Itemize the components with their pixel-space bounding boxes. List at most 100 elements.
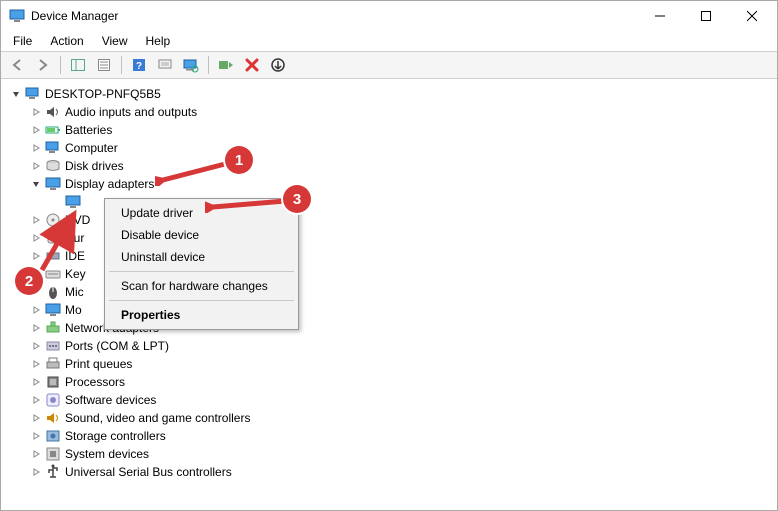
monitor-icon <box>45 302 61 318</box>
sound-icon <box>45 410 61 426</box>
annotation-arrow-1 <box>155 156 230 186</box>
tree-node-13[interactable]: Print queues <box>5 355 773 373</box>
tree-node-4[interactable]: Display adapters <box>5 175 773 193</box>
tree-node-18[interactable]: System devices <box>5 445 773 463</box>
annotation-badge-1: 1 <box>225 146 253 174</box>
tree-node-label: Ports (COM & LPT) <box>65 337 169 355</box>
titlebar: Device Manager <box>1 1 777 31</box>
tree-node-label: Batteries <box>65 121 112 139</box>
context-separator <box>109 300 294 301</box>
svg-text:?: ? <box>136 61 142 72</box>
tree-node-17[interactable]: Storage controllers <box>5 427 773 445</box>
annotation-badge-3: 3 <box>283 185 311 213</box>
toolbar-show-hide-tree-button[interactable] <box>66 53 90 77</box>
tree-node-3[interactable]: Disk drives <box>5 157 773 175</box>
computer-icon <box>45 140 61 156</box>
tree-node-label: Print queues <box>65 355 132 373</box>
toolbar-separator <box>208 56 209 74</box>
context-item-6[interactable]: Properties <box>107 304 296 326</box>
tree-node-label: Disk drives <box>65 157 124 175</box>
toolbar-uninstall-button[interactable] <box>240 53 264 77</box>
usb-icon <box>45 464 61 480</box>
port-icon <box>45 338 61 354</box>
tree-node-0[interactable]: Audio inputs and outputs <box>5 103 773 121</box>
mouse-icon <box>45 284 61 300</box>
toolbar-scan-hardware-button[interactable] <box>179 53 203 77</box>
printer-icon <box>45 356 61 372</box>
maximize-button[interactable] <box>683 1 729 31</box>
tree-node-2[interactable]: Computer <box>5 139 773 157</box>
tree-node-15[interactable]: Software devices <box>5 391 773 409</box>
tree-toggle[interactable] <box>29 431 43 441</box>
tree-toggle[interactable] <box>29 125 43 135</box>
tree-toggle[interactable] <box>29 467 43 477</box>
toolbar-update-driver-button[interactable] <box>266 53 290 77</box>
tree-toggle[interactable] <box>29 305 43 315</box>
tree-toggle[interactable] <box>29 161 43 171</box>
tree-toggle[interactable] <box>29 413 43 423</box>
tree-node-label: Display adapters <box>65 175 154 193</box>
tree-toggle[interactable] <box>29 449 43 459</box>
toolbar-properties-button[interactable] <box>92 53 116 77</box>
toolbar-action-center-button[interactable] <box>153 53 177 77</box>
context-item-4[interactable]: Scan for hardware changes <box>107 275 296 297</box>
toolbar-separator <box>60 56 61 74</box>
menu-help[interactable]: Help <box>138 32 179 50</box>
tree-node-label: Universal Serial Bus controllers <box>65 463 232 481</box>
nav-forward-button[interactable] <box>31 53 55 77</box>
menu-view[interactable]: View <box>94 32 136 50</box>
tree-node-label: System devices <box>65 445 149 463</box>
context-menu: Update driverDisable deviceUninstall dev… <box>104 198 299 330</box>
tree-toggle[interactable] <box>9 89 23 99</box>
disk-icon <box>45 158 61 174</box>
system-icon <box>45 446 61 462</box>
tree-node-12[interactable]: Ports (COM & LPT) <box>5 337 773 355</box>
toolbar-add-legacy-button[interactable] <box>214 53 238 77</box>
network-icon <box>45 320 61 336</box>
app-icon <box>9 8 25 24</box>
computer-root-icon <box>25 86 41 102</box>
tree-node-label: Storage controllers <box>65 427 166 445</box>
tree-root[interactable]: DESKTOP-PNFQ5B5 <box>5 85 773 103</box>
close-button[interactable] <box>729 1 775 31</box>
tree-node-label: Processors <box>65 373 125 391</box>
tree-toggle[interactable] <box>29 359 43 369</box>
tree-toggle[interactable] <box>29 143 43 153</box>
tree-toggle[interactable] <box>29 179 43 189</box>
tree-node-1[interactable]: Batteries <box>5 121 773 139</box>
annotation-badge-2: 2 <box>15 267 43 295</box>
toolbar-separator <box>121 56 122 74</box>
tree-toggle[interactable] <box>29 395 43 405</box>
toolbar: ? <box>1 51 777 79</box>
nav-back-button[interactable] <box>5 53 29 77</box>
cpu-icon <box>45 374 61 390</box>
context-item-1[interactable]: Disable device <box>107 224 296 246</box>
tree-node-label: Software devices <box>65 391 156 409</box>
software-icon <box>45 392 61 408</box>
tree-node-label: DESKTOP-PNFQ5B5 <box>45 85 161 103</box>
tree-toggle[interactable] <box>29 107 43 117</box>
toolbar-help-button[interactable]: ? <box>127 53 151 77</box>
battery-icon <box>45 122 61 138</box>
tree-node-label: Audio inputs and outputs <box>65 103 197 121</box>
tree-toggle[interactable] <box>29 377 43 387</box>
monitor-icon <box>45 176 61 192</box>
tree-toggle[interactable] <box>29 341 43 351</box>
tree-node-16[interactable]: Sound, video and game controllers <box>5 409 773 427</box>
menu-action[interactable]: Action <box>42 32 91 50</box>
tree-toggle[interactable] <box>29 323 43 333</box>
menu-file[interactable]: File <box>5 32 40 50</box>
context-separator <box>109 271 294 272</box>
window-buttons <box>637 1 775 31</box>
annotation-arrow-2 <box>34 208 84 278</box>
context-item-2[interactable]: Uninstall device <box>107 246 296 268</box>
minimize-button[interactable] <box>637 1 683 31</box>
tree-node-label: Computer <box>65 139 118 157</box>
tree-node-label: Mic <box>65 283 84 301</box>
tree-node-14[interactable]: Processors <box>5 373 773 391</box>
window-title: Device Manager <box>31 9 637 23</box>
tree-node-19[interactable]: Universal Serial Bus controllers <box>5 463 773 481</box>
menubar: File Action View Help <box>1 31 777 51</box>
storage-icon <box>45 428 61 444</box>
annotation-arrow-3 <box>205 193 290 213</box>
